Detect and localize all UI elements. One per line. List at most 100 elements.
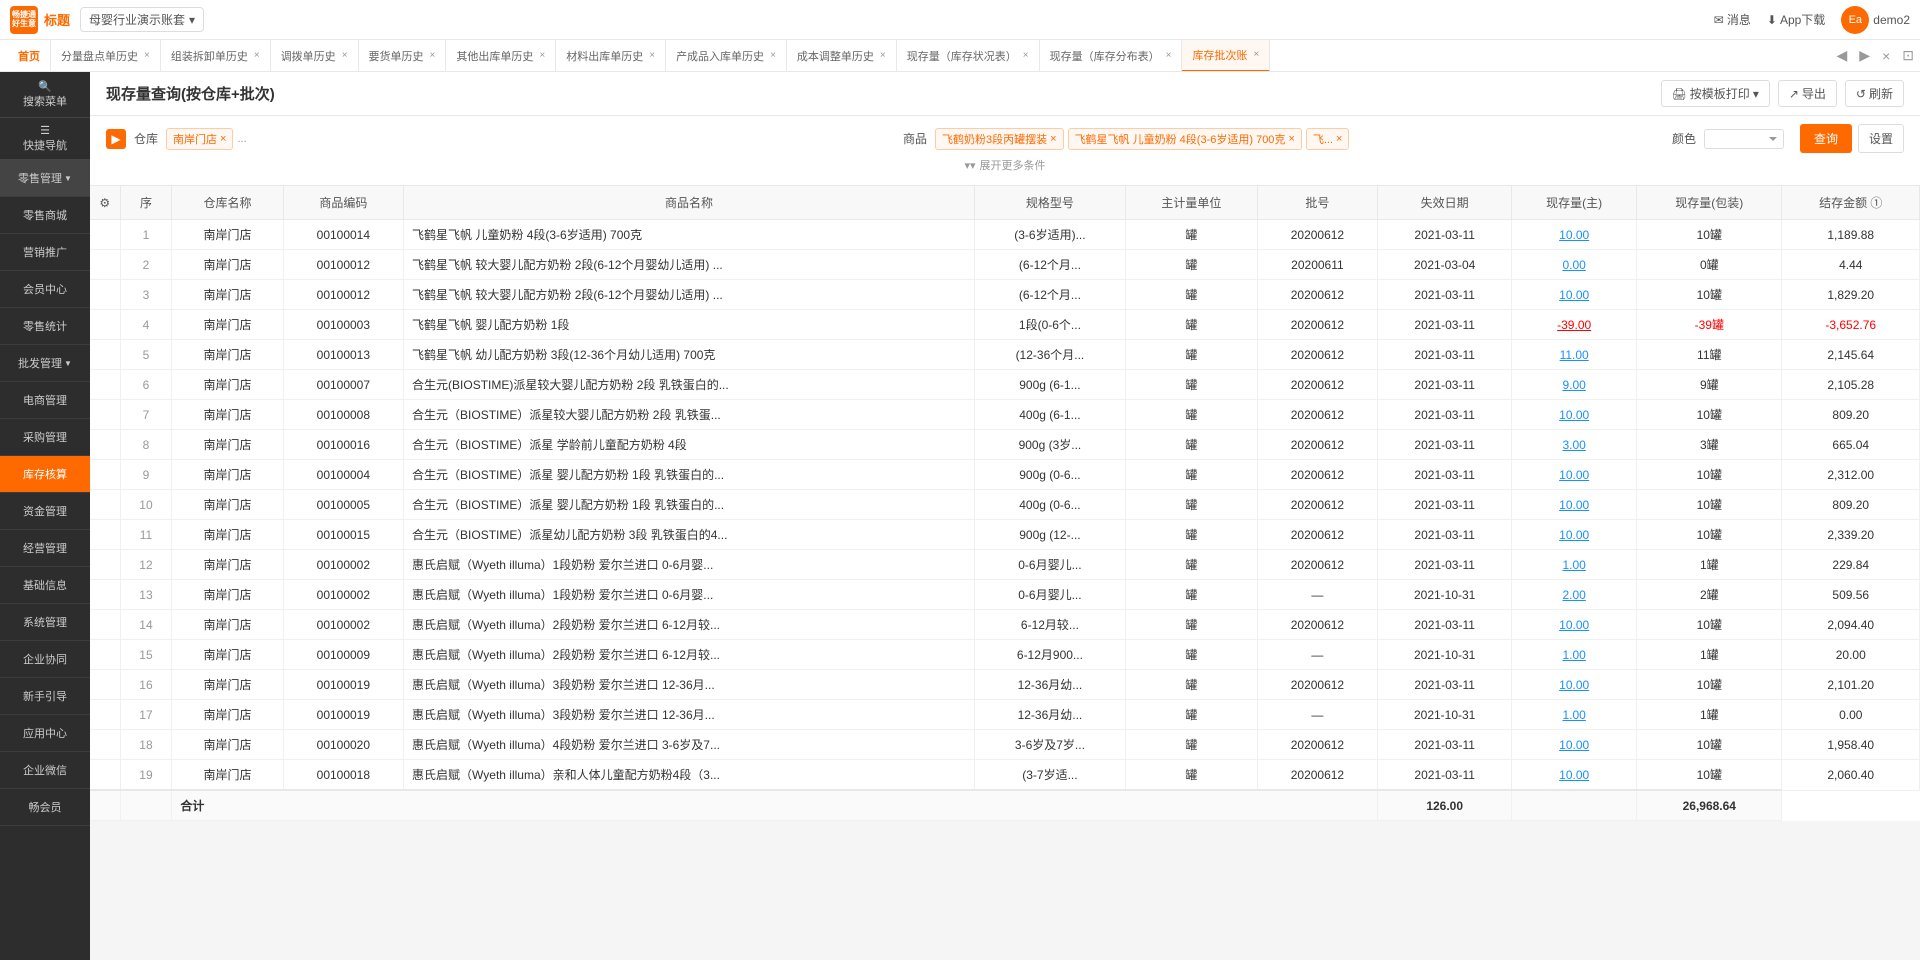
color-select[interactable] xyxy=(1704,129,1784,149)
row-stock-main[interactable]: 10.00 xyxy=(1512,220,1637,250)
tab-3[interactable]: 调拨单历史 × xyxy=(271,40,359,72)
app-download-link[interactable]: ⬇ App下载 xyxy=(1767,11,1825,28)
template-print-button[interactable]: 🖨 按模板打印 ▾ xyxy=(1661,80,1770,107)
tab-next-btn[interactable]: ▶ xyxy=(1853,47,1876,64)
warehouse-tag-remove-icon[interactable]: × xyxy=(220,133,226,145)
tab-prev-btn[interactable]: ◀ xyxy=(1831,47,1854,64)
row-stock-main[interactable]: 11.00 xyxy=(1512,340,1637,370)
th-name: 商品名称 xyxy=(404,186,975,220)
sidebar-item-marketing[interactable]: 营销推广 xyxy=(0,234,90,271)
row-stock-main[interactable]: 3.00 xyxy=(1512,430,1637,460)
sidebar-item-chang-member[interactable]: 畅会员 xyxy=(0,789,90,826)
tab-6-close-icon[interactable]: × xyxy=(649,50,655,61)
tab-1[interactable]: 分量盘点单历史 × xyxy=(51,40,161,72)
export-button[interactable]: ↗ 导出 xyxy=(1778,80,1837,107)
sidebar-item-guide[interactable]: 新手引导 xyxy=(0,678,90,715)
sidebar-item-member[interactable]: 会员中心 xyxy=(0,271,90,308)
product-tag-2-remove-icon[interactable]: × xyxy=(1288,133,1294,145)
table-container[interactable]: ⚙ 序 仓库名称 商品编码 商品名称 规格型号 主计量单位 批号 失效日期 现存… xyxy=(90,186,1920,960)
product-tag-3[interactable]: 飞... × xyxy=(1306,128,1350,150)
product-tag-2[interactable]: 飞鹤星飞帆 儿童奶粉 4段(3-6岁适用) 700克 × xyxy=(1068,128,1302,150)
tab-2[interactable]: 组装拆卸单历史 × xyxy=(161,40,271,72)
filter-expand-btn[interactable]: ▶ xyxy=(106,129,126,149)
sidebar-item-retail[interactable]: 零售管理 ▼ xyxy=(0,160,90,197)
tab-2-close-icon[interactable]: × xyxy=(254,50,260,61)
tab-4[interactable]: 要货单历史 × xyxy=(359,40,447,72)
row-stock-main[interactable]: 10.00 xyxy=(1512,400,1637,430)
warehouse-more-icon[interactable]: ... xyxy=(237,133,246,145)
warehouse-tag-nanao[interactable]: 南岸门店 × xyxy=(166,128,233,150)
row-stock-main[interactable]: 10.00 xyxy=(1512,460,1637,490)
tab-8[interactable]: 成本调整单历史 × xyxy=(787,40,897,72)
sidebar-search[interactable]: 🔍 搜索菜单 xyxy=(0,72,90,118)
row-stock-main[interactable]: 2.00 xyxy=(1512,580,1637,610)
user-area[interactable]: Ea demo2 xyxy=(1841,6,1910,34)
row-spec: 900g (3岁... xyxy=(974,430,1125,460)
product-tag-1[interactable]: 飞鹤奶粉3段丙罐摆装 × xyxy=(935,128,1064,150)
search-button[interactable]: 查询 xyxy=(1800,124,1852,153)
tab-5-close-icon[interactable]: × xyxy=(539,50,545,61)
tab-3-close-icon[interactable]: × xyxy=(342,50,348,61)
row-stock-main[interactable]: -39.00 xyxy=(1512,310,1637,340)
sidebar-item-enterprise[interactable]: 企业协同 xyxy=(0,641,90,678)
row-stock-main[interactable]: 0.00 xyxy=(1512,250,1637,280)
row-stock-main[interactable]: 10.00 xyxy=(1512,760,1637,791)
row-stock-main[interactable]: 9.00 xyxy=(1512,370,1637,400)
sidebar-item-purchase[interactable]: 采购管理 xyxy=(0,419,90,456)
sidebar-item-ecommerce[interactable]: 电商管理 xyxy=(0,382,90,419)
row-stock-main[interactable]: 1.00 xyxy=(1512,550,1637,580)
tab-4-close-icon[interactable]: × xyxy=(430,50,436,61)
tab-7-label: 产成品入库单历史 xyxy=(676,48,764,64)
tab-7-close-icon[interactable]: × xyxy=(770,50,776,61)
row-expire: 2021-03-11 xyxy=(1378,670,1512,700)
sidebar-item-basic-info[interactable]: 基础信息 xyxy=(0,567,90,604)
row-stock-main[interactable]: 10.00 xyxy=(1512,490,1637,520)
tab-10[interactable]: 现存量（库存分布表） × xyxy=(1040,40,1183,72)
sidebar-item-wechat[interactable]: 企业微信 xyxy=(0,752,90,789)
tab-more-btn[interactable]: ⊡ xyxy=(1896,47,1920,64)
product-tag-3-remove-icon[interactable]: × xyxy=(1336,133,1342,145)
tab-9[interactable]: 现存量（库存状况表） × xyxy=(897,40,1040,72)
tab-9-close-icon[interactable]: × xyxy=(1023,50,1029,61)
sidebar-item-retail-stats[interactable]: 零售统计 xyxy=(0,308,90,345)
row-stock-main[interactable]: 1.00 xyxy=(1512,640,1637,670)
row-stock-pkg: 2罐 xyxy=(1637,580,1782,610)
sidebar: 🔍 搜索菜单 ☰ 快捷导航 零售管理 ▼ 零售商城 营销推广 会员中心 零售统计… xyxy=(0,72,90,960)
row-stock-main[interactable]: 10.00 xyxy=(1512,520,1637,550)
row-stock-main[interactable]: 1.00 xyxy=(1512,700,1637,730)
row-name: 飞鹤星飞帆 婴儿配方奶粉 1段 xyxy=(404,310,975,340)
sidebar-item-wholesale[interactable]: 批发管理▼ xyxy=(0,345,90,382)
retail-arrow-icon: ▼ xyxy=(64,174,72,183)
settings-button[interactable]: 设置 xyxy=(1858,124,1904,153)
sidebar-item-finance[interactable]: 资金管理 xyxy=(0,493,90,530)
expand-more-btn[interactable]: ▾▾ 展开更多条件 xyxy=(106,153,1904,177)
product-tag-1-remove-icon[interactable]: × xyxy=(1050,133,1056,145)
tab-1-close-icon[interactable]: × xyxy=(144,50,150,61)
refresh-button[interactable]: ↺ 刷新 xyxy=(1845,80,1904,107)
tab-6[interactable]: 材料出库单历史 × xyxy=(556,40,666,72)
message-link[interactable]: ✉ 消息 xyxy=(1714,11,1751,28)
tab-5[interactable]: 其他出库单历史 × xyxy=(446,40,556,72)
tab-10-close-icon[interactable]: × xyxy=(1166,50,1172,61)
tab-close-btn[interactable]: × xyxy=(1876,48,1896,64)
row-stock-main[interactable]: 10.00 xyxy=(1512,730,1637,760)
th-settings[interactable]: ⚙ xyxy=(90,186,120,220)
table-row: 13 南岸门店 00100002 惠氏启赋（Wyeth illuma）1段奶粉 … xyxy=(90,580,1920,610)
tab-11[interactable]: 库存批次账 × xyxy=(1182,40,1270,72)
sidebar-item-system[interactable]: 系统管理 xyxy=(0,604,90,641)
row-stock-main[interactable]: 10.00 xyxy=(1512,610,1637,640)
sidebar-item-operations[interactable]: 经营管理 xyxy=(0,530,90,567)
row-stock-main[interactable]: 10.00 xyxy=(1512,280,1637,310)
sidebar-quick-nav[interactable]: ☰ 快捷导航 xyxy=(0,118,90,160)
warehouse-selector[interactable]: 母婴行业演示账套 ▾ xyxy=(80,7,204,32)
tab-home[interactable]: 首页 xyxy=(8,40,51,72)
sidebar-item-retail-mall[interactable]: 零售商城 xyxy=(0,197,90,234)
tab-7[interactable]: 产成品入库单历史 × xyxy=(666,40,787,72)
tab-8-close-icon[interactable]: × xyxy=(880,50,886,61)
sidebar-item-app-center[interactable]: 应用中心 xyxy=(0,715,90,752)
sidebar-item-inventory[interactable]: 库存核算 xyxy=(0,456,90,493)
tab-11-close-icon[interactable]: × xyxy=(1253,49,1259,60)
row-balance: 665.04 xyxy=(1782,430,1920,460)
row-stock-main[interactable]: 10.00 xyxy=(1512,670,1637,700)
row-unit: 罐 xyxy=(1125,280,1257,310)
